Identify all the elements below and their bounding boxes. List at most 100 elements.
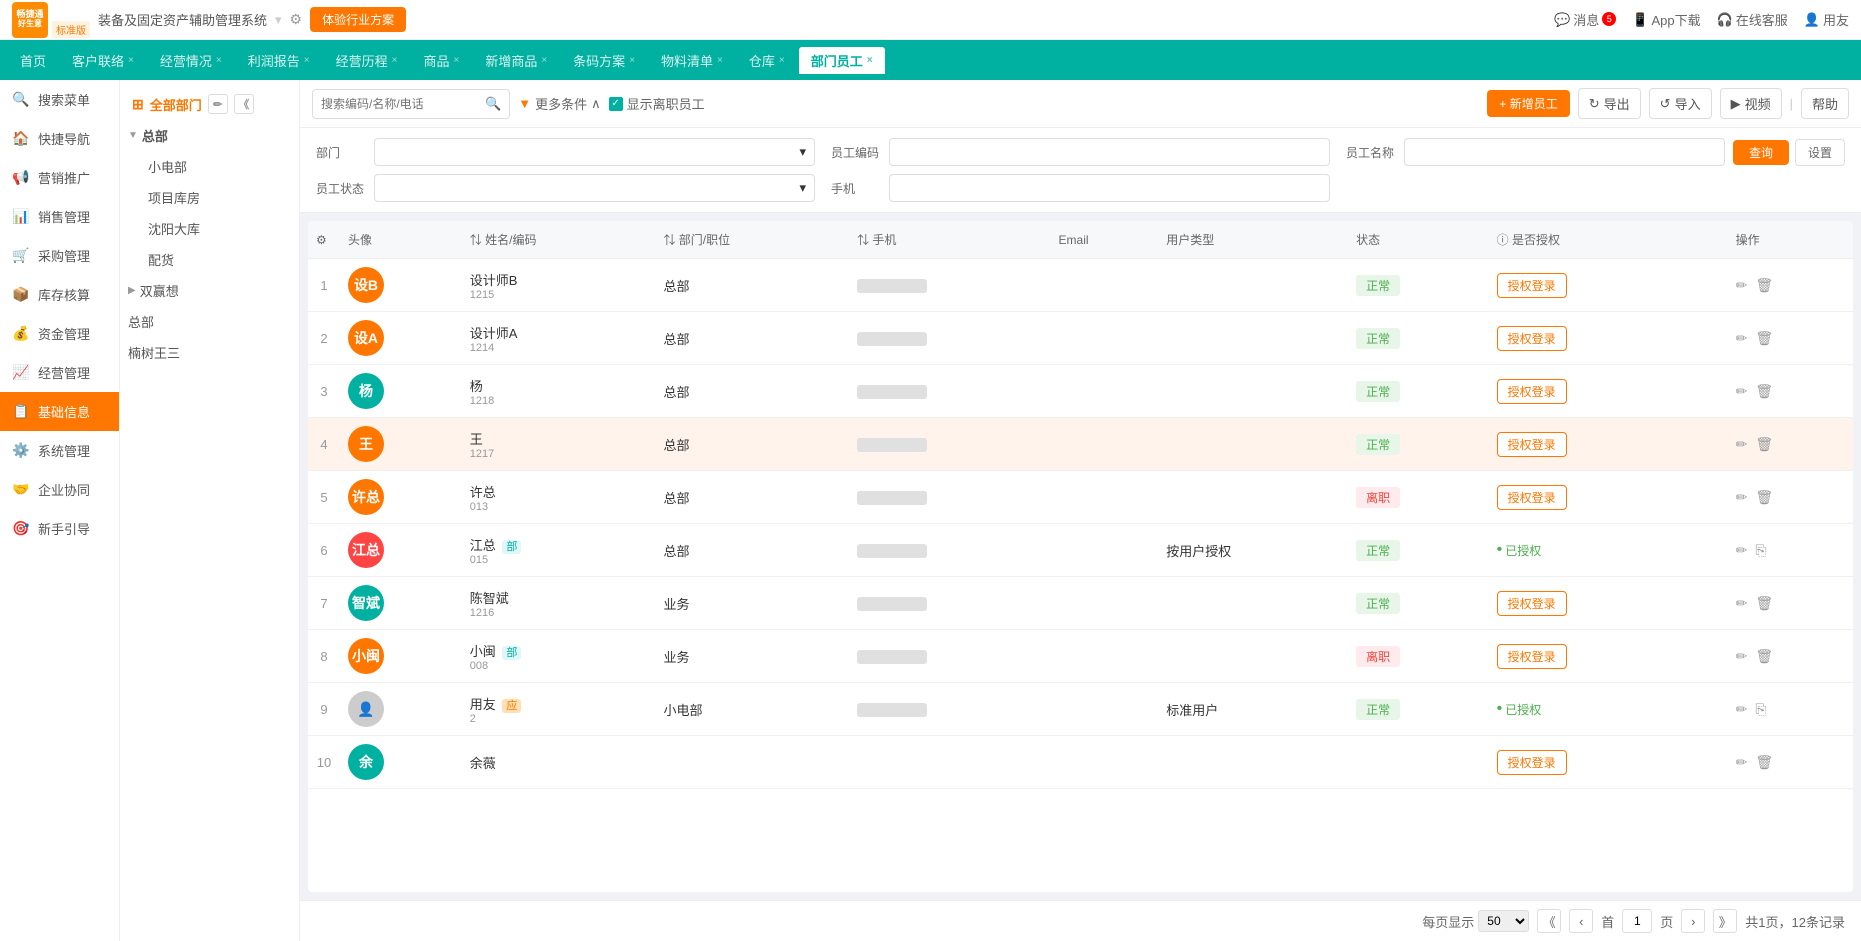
edit-icon[interactable]: ✏ — [1736, 277, 1748, 294]
dept-item-peihuo[interactable]: 配货 — [120, 244, 299, 275]
tab-operation[interactable]: 经营情况 × — [148, 47, 234, 74]
help-btn[interactable]: 帮助 — [1801, 88, 1849, 119]
sidebar-item-sales[interactable]: 📊 销售管理 — [0, 197, 119, 236]
tab-close-icon[interactable]: × — [128, 55, 134, 66]
edit-icon[interactable]: ✏ — [1736, 542, 1748, 559]
delete-icon[interactable]: 🗑 — [1755, 330, 1773, 347]
user-btn[interactable]: 👤 用友 — [1804, 10, 1849, 29]
emp-code-input[interactable] — [889, 138, 1330, 166]
dept-item-xiangmu[interactable]: 项目库房 — [120, 182, 299, 213]
dept-item-nanshu[interactable]: 楠树王三 — [120, 337, 299, 368]
edit-icon[interactable]: ✏ — [1736, 383, 1748, 400]
auth-btn[interactable]: 授权登录 — [1497, 591, 1567, 616]
search-input[interactable] — [321, 97, 481, 111]
tab-customer[interactable]: 客户联络 × — [60, 47, 146, 74]
tab-close-icon[interactable]: × — [629, 55, 635, 66]
delete-icon[interactable]: 🗑 — [1755, 648, 1773, 665]
auth-btn[interactable]: 授权登录 — [1497, 379, 1567, 404]
next-page-btn[interactable]: › — [1681, 909, 1705, 933]
message-btn[interactable]: 💬 消息 5 — [1554, 10, 1616, 29]
tab-close-icon[interactable]: × — [392, 55, 398, 66]
more-filter-btn[interactable]: ▼ 更多条件 ∧ — [518, 94, 600, 113]
tab-close-icon[interactable]: × — [453, 55, 459, 66]
sidebar-item-nav[interactable]: 🏠 快捷导航 — [0, 119, 119, 158]
delete-icon[interactable]: 🗑 — [1755, 754, 1773, 771]
tab-profit[interactable]: 利润报告 × — [236, 47, 322, 74]
experience-btn[interactable]: 体验行业方案 — [310, 7, 406, 32]
auth-btn[interactable]: 授权登录 — [1497, 273, 1567, 298]
page-input[interactable] — [1622, 909, 1652, 933]
col-settings[interactable]: ⚙ — [308, 221, 340, 259]
last-page-btn[interactable]: 》 — [1713, 909, 1737, 933]
delete-icon[interactable]: 🗑 — [1755, 436, 1773, 453]
copy-icon[interactable]: ⎘ — [1755, 701, 1766, 718]
emp-status-select[interactable]: ▾ — [374, 174, 815, 202]
dept-item-shuangying[interactable]: ▶ 双赢想 — [120, 275, 299, 306]
tab-close-icon[interactable]: × — [216, 55, 222, 66]
delete-icon[interactable]: 🗑 — [1755, 595, 1773, 612]
col-phone[interactable]: ⇅ 手机 — [849, 221, 1050, 259]
col-name[interactable]: ⇅ 姓名/编码 — [462, 221, 656, 259]
emp-name-input[interactable] — [1404, 138, 1725, 166]
auth-btn[interactable]: 授权登录 — [1497, 644, 1567, 669]
first-page-btn[interactable]: 《 — [1537, 909, 1561, 933]
tab-warehouse[interactable]: 仓库 × — [737, 47, 797, 74]
edit-icon[interactable]: ✏ — [1736, 648, 1748, 665]
delete-icon[interactable]: 🗑 — [1755, 277, 1773, 294]
dept-collapse-btn[interactable]: 《 — [234, 94, 254, 114]
per-page-dropdown[interactable]: 50 100 200 — [1478, 910, 1529, 932]
video-btn[interactable]: ▶ 视频 — [1720, 88, 1782, 119]
app-download-btn[interactable]: 📱 App下载 — [1632, 10, 1700, 29]
auth-btn[interactable]: 授权登录 — [1497, 750, 1567, 775]
tab-close-icon[interactable]: × — [779, 55, 785, 66]
search-btn[interactable]: 查询 — [1733, 140, 1789, 165]
tab-home[interactable]: 首页 — [8, 47, 58, 74]
edit-icon[interactable]: ✏ — [1736, 489, 1748, 506]
export-btn[interactable]: ↻ 导出 — [1578, 88, 1641, 119]
dept-item-shenyang[interactable]: 沈阳大库 — [120, 213, 299, 244]
sidebar-item-guide[interactable]: 🎯 新手引导 — [0, 509, 119, 548]
set-btn[interactable]: 设置 — [1795, 139, 1845, 166]
gear-icon[interactable]: ⚙ — [290, 11, 303, 28]
sidebar-item-system[interactable]: ⚙️ 系统管理 — [0, 431, 119, 470]
sidebar-item-finance[interactable]: 💰 资金管理 — [0, 314, 119, 353]
sidebar-item-basic[interactable]: 📋 基础信息 — [0, 392, 119, 431]
add-employee-btn[interactable]: + 新增员工 — [1487, 90, 1569, 117]
sidebar-item-marketing[interactable]: 📢 营销推广 — [0, 158, 119, 197]
dept-item-zhongbu[interactable]: ▼ 总部 — [120, 120, 299, 151]
dept-item-zongbu2[interactable]: 总部 — [120, 306, 299, 337]
phone-input[interactable] — [889, 174, 1330, 202]
tab-add-goods[interactable]: 新增商品 × — [473, 47, 559, 74]
delete-icon[interactable]: 🗑 — [1755, 383, 1773, 400]
auth-btn[interactable]: 授权登录 — [1497, 326, 1567, 351]
show-resign-toggle[interactable]: ✓ 显示离职员工 — [609, 94, 705, 113]
sidebar-item-search[interactable]: 🔍 搜索菜单 — [0, 80, 119, 119]
sidebar-item-biz[interactable]: 📈 经营管理 — [0, 353, 119, 392]
dropdown-arrow[interactable]: ▾ — [275, 12, 282, 28]
delete-icon[interactable]: 🗑 — [1755, 489, 1773, 506]
dept-item-xiaodian[interactable]: 小电部 — [120, 151, 299, 182]
tab-goods[interactable]: 商品 × — [411, 47, 471, 74]
auth-btn[interactable]: 授权登录 — [1497, 432, 1567, 457]
dept-edit-btn[interactable]: ✏ — [208, 94, 228, 114]
edit-icon[interactable]: ✏ — [1736, 595, 1748, 612]
tab-close-icon[interactable]: × — [867, 55, 873, 66]
edit-icon[interactable]: ✏ — [1736, 701, 1748, 718]
tab-barcode[interactable]: 条码方案 × — [561, 47, 647, 74]
dept-select[interactable]: ▾ — [374, 138, 815, 166]
edit-icon[interactable]: ✏ — [1736, 754, 1748, 771]
import-btn[interactable]: ↺ 导入 — [1649, 88, 1712, 119]
edit-icon[interactable]: ✏ — [1736, 436, 1748, 453]
tab-close-icon[interactable]: × — [304, 55, 310, 66]
tab-close-icon[interactable]: × — [541, 55, 547, 66]
prev-page-btn[interactable]: ‹ — [1569, 909, 1593, 933]
sidebar-item-purchase[interactable]: 🛒 采购管理 — [0, 236, 119, 275]
auth-btn[interactable]: 授权登录 — [1497, 485, 1567, 510]
online-service-btn[interactable]: 🎧 在线客服 — [1717, 10, 1788, 29]
tab-employees[interactable]: 部门员工 × — [799, 47, 885, 74]
dept-all-label[interactable]: 全部部门 — [150, 95, 202, 114]
sidebar-item-inventory[interactable]: 📦 库存核算 — [0, 275, 119, 314]
tab-bom[interactable]: 物料清单 × — [649, 47, 735, 74]
col-dept[interactable]: ⇅ 部门/职位 — [655, 221, 849, 259]
sidebar-item-collab[interactable]: 🤝 企业协同 — [0, 470, 119, 509]
